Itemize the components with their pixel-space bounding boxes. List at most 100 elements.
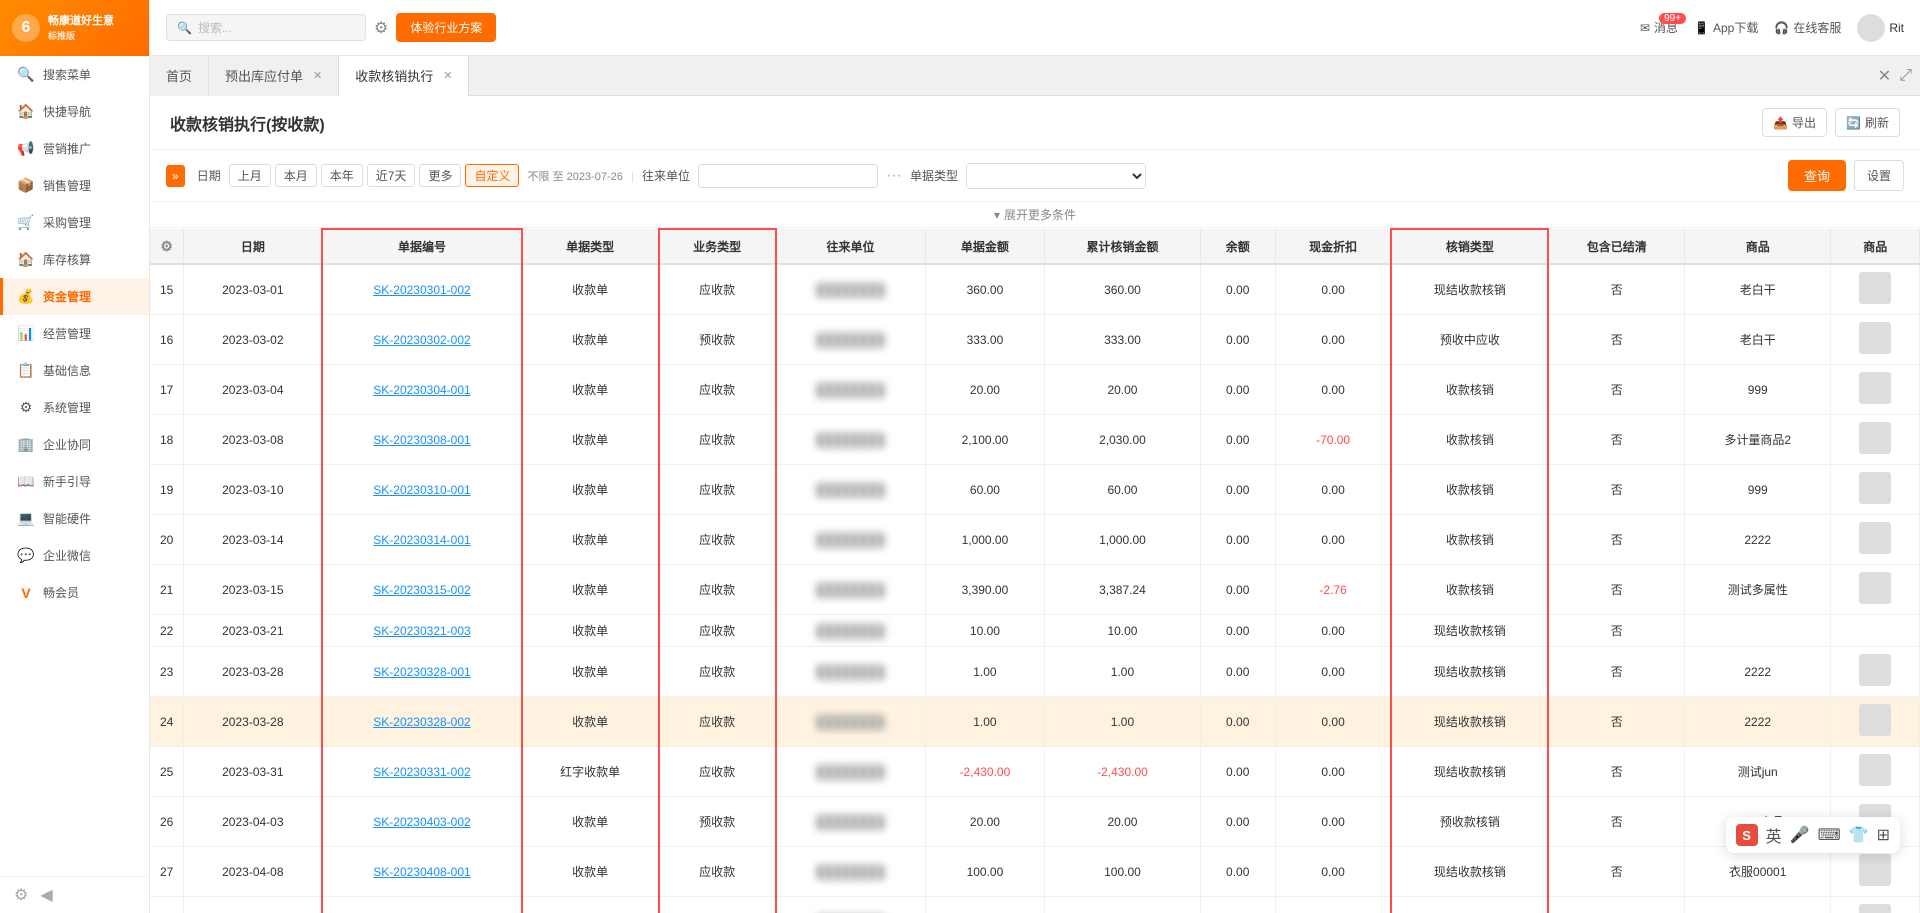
expand-conditions-btn[interactable]: ▾ 展开更多条件 bbox=[994, 206, 1076, 223]
row-partner: ████████ bbox=[776, 465, 925, 515]
tab-purchase-bill[interactable]: 预出库应付单 ✕ bbox=[209, 56, 339, 96]
online-service-btn[interactable]: 🎧 在线客服 bbox=[1774, 19, 1841, 36]
sidebar-item-marketing[interactable]: 📢 营销推广 bbox=[0, 130, 149, 167]
row-bill-no[interactable]: SK-20230328-001 bbox=[322, 647, 521, 697]
column-settings-icon[interactable]: ⚙ bbox=[160, 238, 173, 254]
custom-date-btn[interactable]: 自定义 bbox=[465, 164, 519, 187]
row-no: 24 bbox=[150, 697, 184, 747]
table-row: 18 2023-03-08 SK-20230308-001 收款单 应收款 ██… bbox=[150, 415, 1920, 465]
tab-expand-btn[interactable]: ⤢ bbox=[1899, 67, 1912, 85]
sidebar-item-hardware[interactable]: 💻 智能硬件 bbox=[0, 500, 149, 537]
partner-filter-label: 往来单位 bbox=[642, 167, 690, 184]
col-settings[interactable]: ⚙ bbox=[150, 229, 184, 264]
message-btn[interactable]: ✉ 消息 99+ bbox=[1640, 19, 1678, 36]
sidebar-settings-icon[interactable]: ⚙ bbox=[14, 885, 28, 905]
tab-verify-close-icon[interactable]: ✕ bbox=[443, 69, 452, 82]
refresh-icon: 🔄 bbox=[1846, 116, 1861, 130]
sidebar-item-basic[interactable]: 📋 基础信息 bbox=[0, 352, 149, 389]
row-bill-no[interactable]: SK-20230408-001 bbox=[322, 847, 521, 897]
row-bill-no[interactable]: SK-20230403-002 bbox=[322, 797, 521, 847]
app-download-btn[interactable]: 📱 App下载 bbox=[1694, 19, 1758, 36]
search-box[interactable]: 🔍 搜索... bbox=[166, 14, 366, 41]
sidebar-item-guide[interactable]: 📖 新手引导 bbox=[0, 463, 149, 500]
row-goods: 2222 bbox=[1685, 515, 1831, 565]
row-amount: 60.00 bbox=[925, 465, 1045, 515]
bill-type-select[interactable] bbox=[966, 163, 1146, 189]
row-bill-no[interactable]: SK-20230321-003 bbox=[322, 615, 521, 647]
partner-more-btn[interactable]: ··· bbox=[886, 167, 902, 185]
sidebar-item-purchase[interactable]: 🛒 采购管理 bbox=[0, 204, 149, 241]
sidebar-item-member[interactable]: V 畅会员 bbox=[0, 574, 149, 611]
sidebar-item-wechat[interactable]: 💬 企业微信 bbox=[0, 537, 149, 574]
page-header: 收款核销执行(按收款) 📤 导出 🔄 刷新 bbox=[150, 96, 1920, 150]
row-bill-no[interactable]: SK-20230302-002 bbox=[322, 315, 521, 365]
export-btn[interactable]: 📤 导出 bbox=[1762, 108, 1827, 137]
sogou-grid-icon[interactable]: ⊞ bbox=[1877, 825, 1890, 845]
sogou-skin-icon[interactable]: 👕 bbox=[1849, 825, 1869, 845]
user-area[interactable]: Rit bbox=[1857, 14, 1904, 42]
row-balance: 0.00 bbox=[1200, 365, 1275, 415]
sidebar-item-system[interactable]: ⚙ 系统管理 bbox=[0, 389, 149, 426]
row-bill-no[interactable]: SK-20230314-001 bbox=[322, 515, 521, 565]
partner-input[interactable] bbox=[698, 164, 878, 188]
industry-btn[interactable]: 体验行业方案 bbox=[396, 13, 496, 42]
row-bill-no[interactable]: SK-20230418-001 bbox=[322, 897, 521, 913]
col-verify-type: 核销类型 bbox=[1391, 229, 1548, 264]
row-goods-img bbox=[1831, 697, 1920, 747]
sidebar-item-quick[interactable]: 🏠 快捷导航 bbox=[0, 93, 149, 130]
row-bill-no[interactable]: SK-20230328-002 bbox=[322, 697, 521, 747]
tab-home[interactable]: 首页 bbox=[150, 56, 209, 96]
last-7days-btn[interactable]: 近7天 bbox=[367, 164, 416, 187]
query-btn[interactable]: 查询 bbox=[1788, 160, 1846, 191]
sogou-english-icon[interactable]: 英 bbox=[1766, 823, 1782, 847]
tab-close-btn[interactable]: ✕ bbox=[1878, 66, 1891, 86]
gear-icon[interactable]: ⚙ bbox=[374, 18, 388, 38]
row-bill-type: 收款单 bbox=[522, 515, 659, 565]
sidebar-bottom: ⚙ ◀ bbox=[0, 876, 149, 913]
tab-purchase-close-icon[interactable]: ✕ bbox=[313, 69, 322, 82]
sidebar-item-finance[interactable]: 💰 资金管理 bbox=[0, 278, 149, 315]
row-bill-no[interactable]: SK-20230308-001 bbox=[322, 415, 521, 465]
row-balance: 0.00 bbox=[1200, 415, 1275, 465]
sidebar-item-operations[interactable]: 📊 经营管理 bbox=[0, 315, 149, 352]
this-year-btn[interactable]: 本年 bbox=[321, 164, 363, 187]
row-goods-img bbox=[1831, 315, 1920, 365]
last-month-btn[interactable]: 上月 bbox=[229, 164, 271, 187]
logo-text: 畅康道好生意 bbox=[48, 14, 114, 29]
table-row: 19 2023-03-10 SK-20230310-001 收款单 应收款 ██… bbox=[150, 465, 1920, 515]
setting-btn[interactable]: 设置 bbox=[1854, 160, 1904, 191]
search-menu-icon: 🔍 bbox=[17, 66, 35, 83]
row-date: 2023-03-10 bbox=[184, 465, 322, 515]
page-title: 收款核销执行(按收款) bbox=[170, 111, 325, 147]
filter-row: 日期 上月 本月 本年 近7天 更多 自定义 不限 至 2023-07-26 |… bbox=[197, 163, 1776, 189]
row-bill-no[interactable]: SK-20230315-002 bbox=[322, 565, 521, 615]
filter-toggle-btn[interactable]: » bbox=[166, 165, 185, 187]
row-bill-no[interactable]: SK-20230301-002 bbox=[322, 264, 521, 315]
this-month-btn[interactable]: 本月 bbox=[275, 164, 317, 187]
row-no: 28 bbox=[150, 897, 184, 913]
row-bill-no[interactable]: SK-20230304-001 bbox=[322, 365, 521, 415]
row-bill-type: 收款单 bbox=[522, 615, 659, 647]
row-no: 15 bbox=[150, 264, 184, 315]
more-date-btn[interactable]: 更多 bbox=[419, 164, 461, 187]
row-bill-no[interactable]: SK-20230331-002 bbox=[322, 747, 521, 797]
refresh-btn[interactable]: 🔄 刷新 bbox=[1835, 108, 1900, 137]
export-icon: 📤 bbox=[1773, 116, 1788, 130]
row-bill-no[interactable]: SK-20230310-001 bbox=[322, 465, 521, 515]
sidebar-item-label: 智能硬件 bbox=[43, 510, 91, 527]
sidebar-item-inventory[interactable]: 🏠 库存核算 bbox=[0, 241, 149, 278]
expand-btn-label: 展开更多条件 bbox=[1004, 206, 1076, 223]
row-partner: ████████ bbox=[776, 415, 925, 465]
sogou-keyboard-icon[interactable]: ⌨ bbox=[1818, 825, 1841, 845]
tab-verify[interactable]: 收款核销执行 ✕ bbox=[339, 56, 469, 96]
row-discount: 0.00 bbox=[1275, 747, 1391, 797]
main-area: 🔍 搜索... ⚙ 体验行业方案 ✉ 消息 99+ 📱 App下载 🎧 在线客服 bbox=[150, 0, 1920, 913]
sidebar-item-sales[interactable]: 📦 销售管理 bbox=[0, 167, 149, 204]
sidebar-item-enterprise[interactable]: 🏢 企业协同 bbox=[0, 426, 149, 463]
sidebar-collapse-icon[interactable]: ◀ bbox=[40, 885, 52, 905]
sogou-mic-icon[interactable]: 🎤 bbox=[1790, 825, 1810, 845]
sidebar-item-label: 资金管理 bbox=[43, 288, 91, 305]
sidebar-item-search[interactable]: 🔍 搜索菜单 bbox=[0, 56, 149, 93]
enterprise-icon: 🏢 bbox=[17, 436, 35, 453]
sidebar-item-label: 快捷导航 bbox=[43, 103, 91, 120]
